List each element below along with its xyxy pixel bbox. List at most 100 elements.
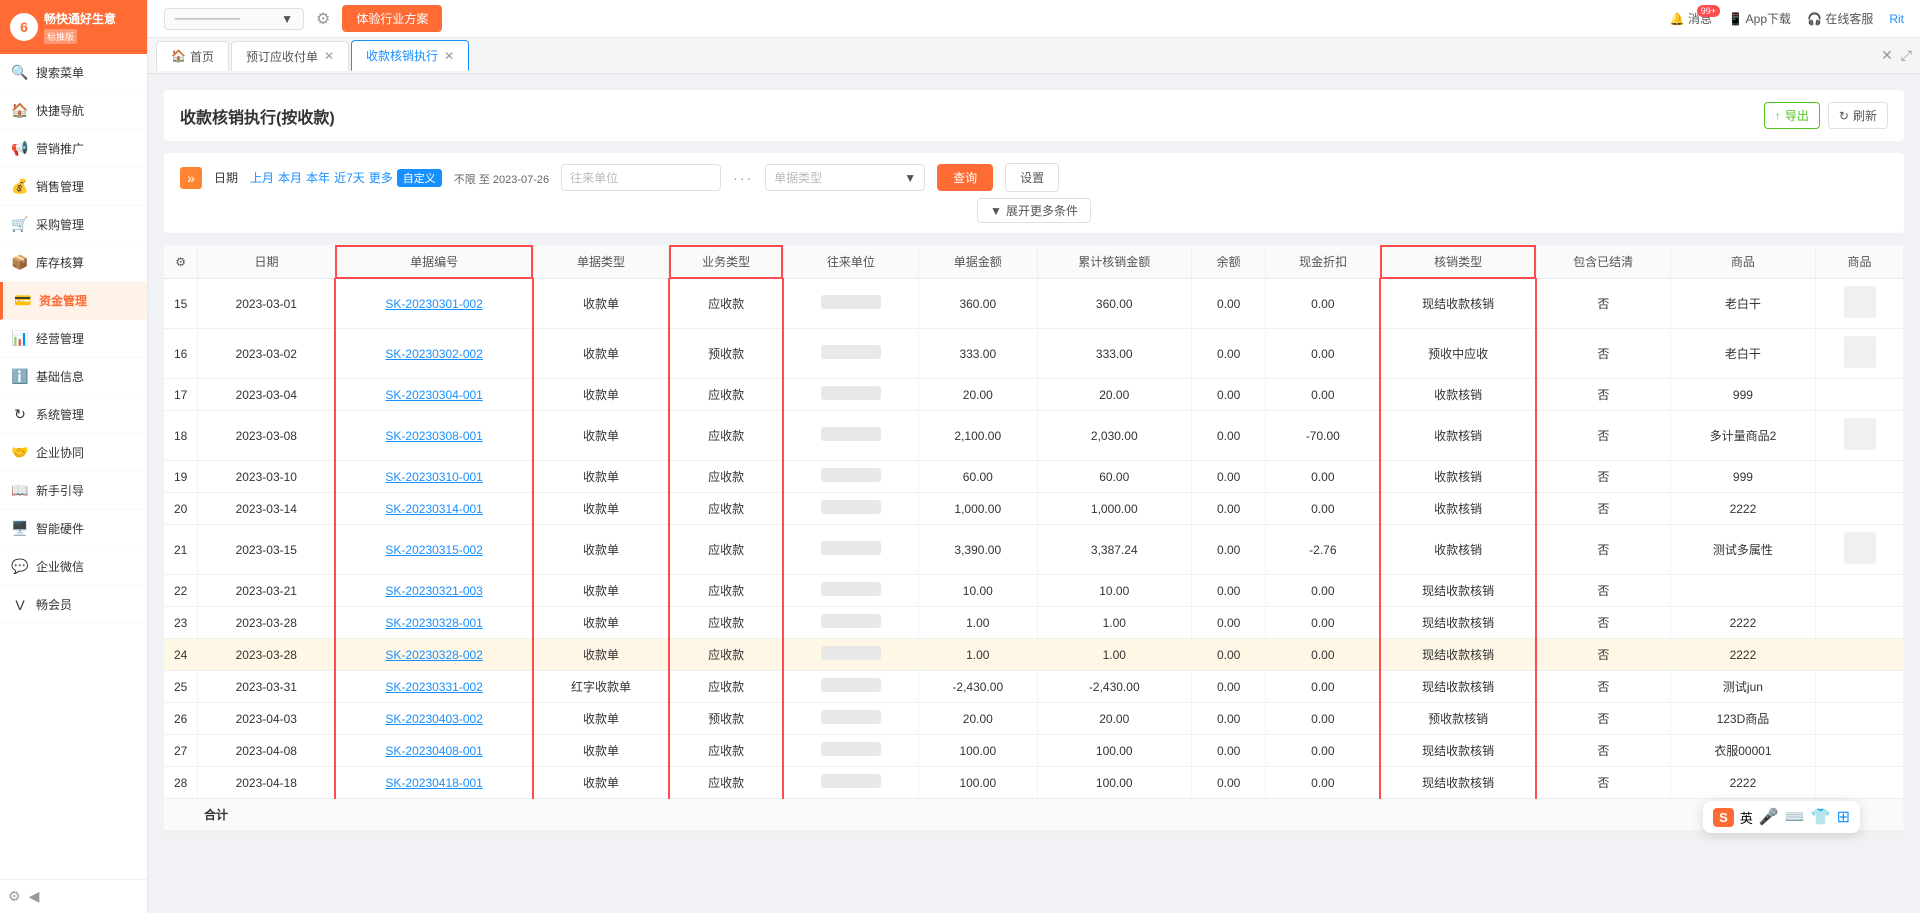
doc-no-link[interactable]: SK-20230321-003 — [385, 584, 482, 598]
settings-button[interactable]: 设置 — [1005, 163, 1059, 192]
date-this-month[interactable]: 本月 — [278, 169, 302, 186]
th-biz-type: 业务类型 — [669, 245, 783, 279]
cell-num: 19 — [164, 461, 198, 493]
sidebar-item-wechat[interactable]: 💬 企业微信 — [0, 548, 147, 586]
sidebar-item-purchase[interactable]: 🛒 采购管理 — [0, 206, 147, 244]
cell-unit — [783, 607, 918, 639]
tab-verify[interactable]: 收款核销执行 ✕ — [351, 40, 469, 71]
table-row: 25 2023-03-31 SK-20230331-002 红字收款单 应收款 … — [164, 671, 1904, 703]
doc-no-link[interactable]: SK-20230314-001 — [385, 502, 482, 516]
cell-amount: 20.00 — [918, 703, 1037, 735]
sidebar-item-guide[interactable]: 📖 新手引导 — [0, 472, 147, 510]
th-unit: 往来单位 — [783, 245, 918, 279]
expand-more-button[interactable]: ▼ 展开更多条件 — [977, 198, 1091, 223]
cell-product-img — [1816, 525, 1904, 575]
table-body: 15 2023-03-01 SK-20230301-002 收款单 应收款 36… — [164, 279, 1904, 799]
grid-icon[interactable]: ⊞ — [1837, 807, 1850, 827]
date-7days[interactable]: 近7天 — [334, 169, 365, 186]
cell-included: 否 — [1536, 767, 1670, 799]
doc-no-link[interactable]: SK-20230418-001 — [385, 776, 482, 790]
doc-no-link[interactable]: SK-20230328-002 — [385, 648, 482, 662]
data-table-container: ⚙ 日期 单据编号 单据类型 业务类型 往来单位 单据金额 累计核销金额 余额 … — [164, 245, 1904, 839]
cell-balance: 0.00 — [1191, 735, 1266, 767]
sidebar-item-marketing[interactable]: 📢 营销推广 — [0, 130, 147, 168]
unit-input[interactable]: 往来单位 — [561, 164, 721, 191]
doc-no-link[interactable]: SK-20230304-001 — [385, 388, 482, 402]
maximize-icon[interactable]: ⤢ — [1901, 47, 1912, 64]
cell-amount: 60.00 — [918, 461, 1037, 493]
cell-doc-no: SK-20230302-002 — [335, 329, 533, 379]
cell-unit — [783, 703, 918, 735]
settings-gear-icon[interactable]: ⚙ — [8, 888, 21, 905]
company-select[interactable]: ━━━━━━━━━ ▼ — [164, 8, 304, 30]
date-this-year[interactable]: 本年 — [306, 169, 330, 186]
product-thumbnail — [1844, 336, 1876, 368]
shirt-icon[interactable]: 👕 — [1811, 807, 1831, 827]
microphone-icon[interactable]: 🎤 — [1759, 807, 1779, 827]
date-last-month[interactable]: 上月 — [250, 169, 274, 186]
export-button[interactable]: ↑ 导出 — [1764, 102, 1820, 129]
sidebar-item-basic[interactable]: ℹ️ 基础信息 — [0, 358, 147, 396]
sidebar-item-sales[interactable]: 💰 销售管理 — [0, 168, 147, 206]
th-settings[interactable]: ⚙ — [164, 245, 198, 279]
filter-dots: ··· — [733, 170, 753, 186]
blurred-unit — [821, 295, 881, 309]
product-thumbnail — [1844, 286, 1876, 318]
cell-verify-type: 现结收款核销 — [1380, 639, 1536, 671]
tab-home[interactable]: 🏠 首页 — [156, 41, 229, 71]
tab-verify-close[interactable]: ✕ — [444, 49, 454, 63]
inventory-icon: 📦 — [12, 255, 28, 271]
sidebar-item-search[interactable]: 🔍 搜索菜单 — [0, 54, 147, 92]
cell-num: 24 — [164, 639, 198, 671]
cell-verify-type: 收款核销 — [1380, 493, 1536, 525]
doc-no-link[interactable]: SK-20230310-001 — [385, 470, 482, 484]
tab-verify-label: 收款核销执行 — [366, 47, 438, 64]
sidebar-item-inventory[interactable]: 📦 库存核算 — [0, 244, 147, 282]
cell-unit — [783, 525, 918, 575]
doc-no-link[interactable]: SK-20230302-002 — [385, 347, 482, 361]
doc-no-link[interactable]: SK-20230331-002 — [385, 680, 482, 694]
doc-type-select[interactable]: 单据类型 ▼ — [765, 164, 925, 191]
close-tab-icon[interactable]: ✕ — [1881, 47, 1893, 64]
collapse-icon[interactable]: ◀ — [29, 888, 40, 905]
date-more[interactable]: 更多 — [369, 169, 393, 186]
doc-no-link[interactable]: SK-20230301-002 — [385, 297, 482, 311]
gear-icon[interactable]: ⚙ — [316, 9, 330, 29]
refresh-button[interactable]: ↻ 刷新 — [1828, 102, 1888, 129]
doc-no-link[interactable]: SK-20230403-002 — [385, 712, 482, 726]
cell-product: 2222 — [1670, 767, 1815, 799]
sidebar-item-enterprise[interactable]: 🤝 企业协同 — [0, 434, 147, 472]
sidebar-item-quick[interactable]: 🏠 快捷导航 — [0, 92, 147, 130]
filter-expand-button[interactable]: » — [180, 167, 202, 189]
export-label: 导出 — [1785, 107, 1809, 124]
sidebar-item-hardware[interactable]: 🖥️ 智能硬件 — [0, 510, 147, 548]
doc-no-link[interactable]: SK-20230308-001 — [385, 429, 482, 443]
date-filter-label: 日期 — [214, 169, 238, 186]
online-service[interactable]: 🎧 在线客服 — [1807, 10, 1873, 27]
doc-no-link[interactable]: SK-20230315-002 — [385, 543, 482, 557]
sidebar-item-operation[interactable]: 📊 经营管理 — [0, 320, 147, 358]
notify-area[interactable]: 🔔 消息 99+ — [1670, 10, 1712, 27]
th-discount: 现金折扣 — [1266, 245, 1380, 279]
cell-num: 20 — [164, 493, 198, 525]
horizontal-scrollbar[interactable] — [164, 831, 1904, 839]
solution-button[interactable]: 体验行业方案 — [342, 5, 442, 32]
sidebar-item-finance[interactable]: 💳 资金管理 — [0, 282, 147, 320]
cell-discount: 0.00 — [1266, 279, 1380, 329]
sidebar-item-system[interactable]: ↻ 系统管理 — [0, 396, 147, 434]
doc-no-link[interactable]: SK-20230328-001 — [385, 616, 482, 630]
app-download[interactable]: 📱 App下载 — [1728, 10, 1791, 27]
cell-discount: 0.00 — [1266, 329, 1380, 379]
query-button[interactable]: 查询 — [937, 164, 993, 191]
doc-no-link[interactable]: SK-20230408-001 — [385, 744, 482, 758]
cell-balance: 0.00 — [1191, 279, 1266, 329]
tab-receivable-close[interactable]: ✕ — [324, 49, 334, 63]
main-area: ━━━━━━━━━ ▼ ⚙ 体验行业方案 🔔 消息 99+ 📱 App下载 🎧 … — [148, 0, 1920, 913]
keyboard-icon[interactable]: ⌨️ — [1785, 807, 1805, 827]
cell-doc-type: 收款单 — [533, 493, 669, 525]
cell-balance: 0.00 — [1191, 607, 1266, 639]
sidebar-item-member[interactable]: V 畅会员 — [0, 586, 147, 624]
blurred-unit — [821, 345, 881, 359]
custom-date-tag[interactable]: 自定义 — [397, 169, 442, 187]
tab-receivable[interactable]: 预订应收付单 ✕ — [231, 41, 349, 71]
